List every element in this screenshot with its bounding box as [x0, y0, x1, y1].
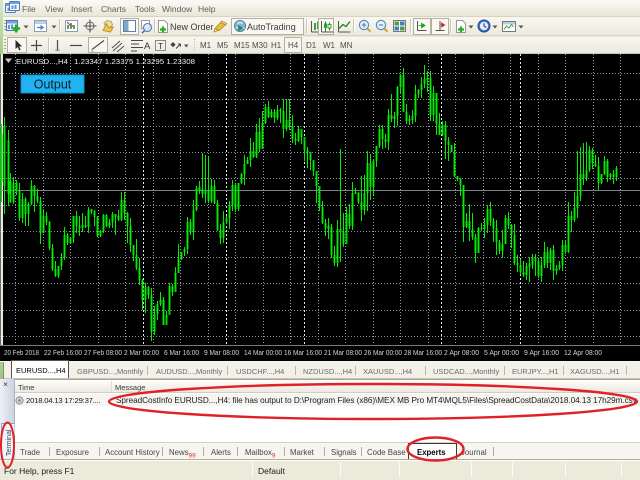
svg-text:6 Mar 16:00: 6 Mar 16:00 [164, 348, 199, 357]
svg-text:20 Feb 2018: 20 Feb 2018 [4, 348, 39, 357]
svg-text:14 Mar 00:00: 14 Mar 00:00 [244, 348, 282, 357]
svg-text:Terminal: Terminal [6, 429, 13, 456]
svg-text:9 Mar 08:00: 9 Mar 08:00 [204, 348, 239, 357]
svg-text:21 Mar 08:00: 21 Mar 08:00 [324, 348, 362, 357]
svg-text:×: × [3, 379, 8, 389]
svg-text:22 Feb 16:00: 22 Feb 16:00 [44, 348, 82, 357]
svg-text:9 Apr 16:00: 9 Apr 16:00 [524, 348, 559, 357]
svg-text:2 Mar 00:00: 2 Mar 00:00 [124, 348, 159, 357]
svg-text:5 Apr 00:00: 5 Apr 00:00 [484, 348, 519, 357]
svg-text:16 Mar 16:00: 16 Mar 16:00 [284, 348, 322, 357]
svg-text:1.23347 1.23375 1.23295 1.2330: 1.23347 1.23375 1.23295 1.23308 [74, 57, 195, 66]
svg-text:12 Apr 08:00: 12 Apr 08:00 [564, 348, 602, 357]
svg-text:A: A [144, 41, 151, 52]
svg-text:27 Feb 08:00: 27 Feb 08:00 [84, 348, 122, 357]
svg-text:T: T [158, 41, 163, 51]
svg-text:EURUSD...,H4: EURUSD...,H4 [16, 57, 68, 66]
svg-text:28 Mar 16:00: 28 Mar 16:00 [404, 348, 442, 357]
svg-text:2 Apr 08:00: 2 Apr 08:00 [444, 348, 479, 357]
svg-text:26 Mar 00:00: 26 Mar 00:00 [364, 348, 402, 357]
svg-text:Output: Output [34, 78, 72, 92]
